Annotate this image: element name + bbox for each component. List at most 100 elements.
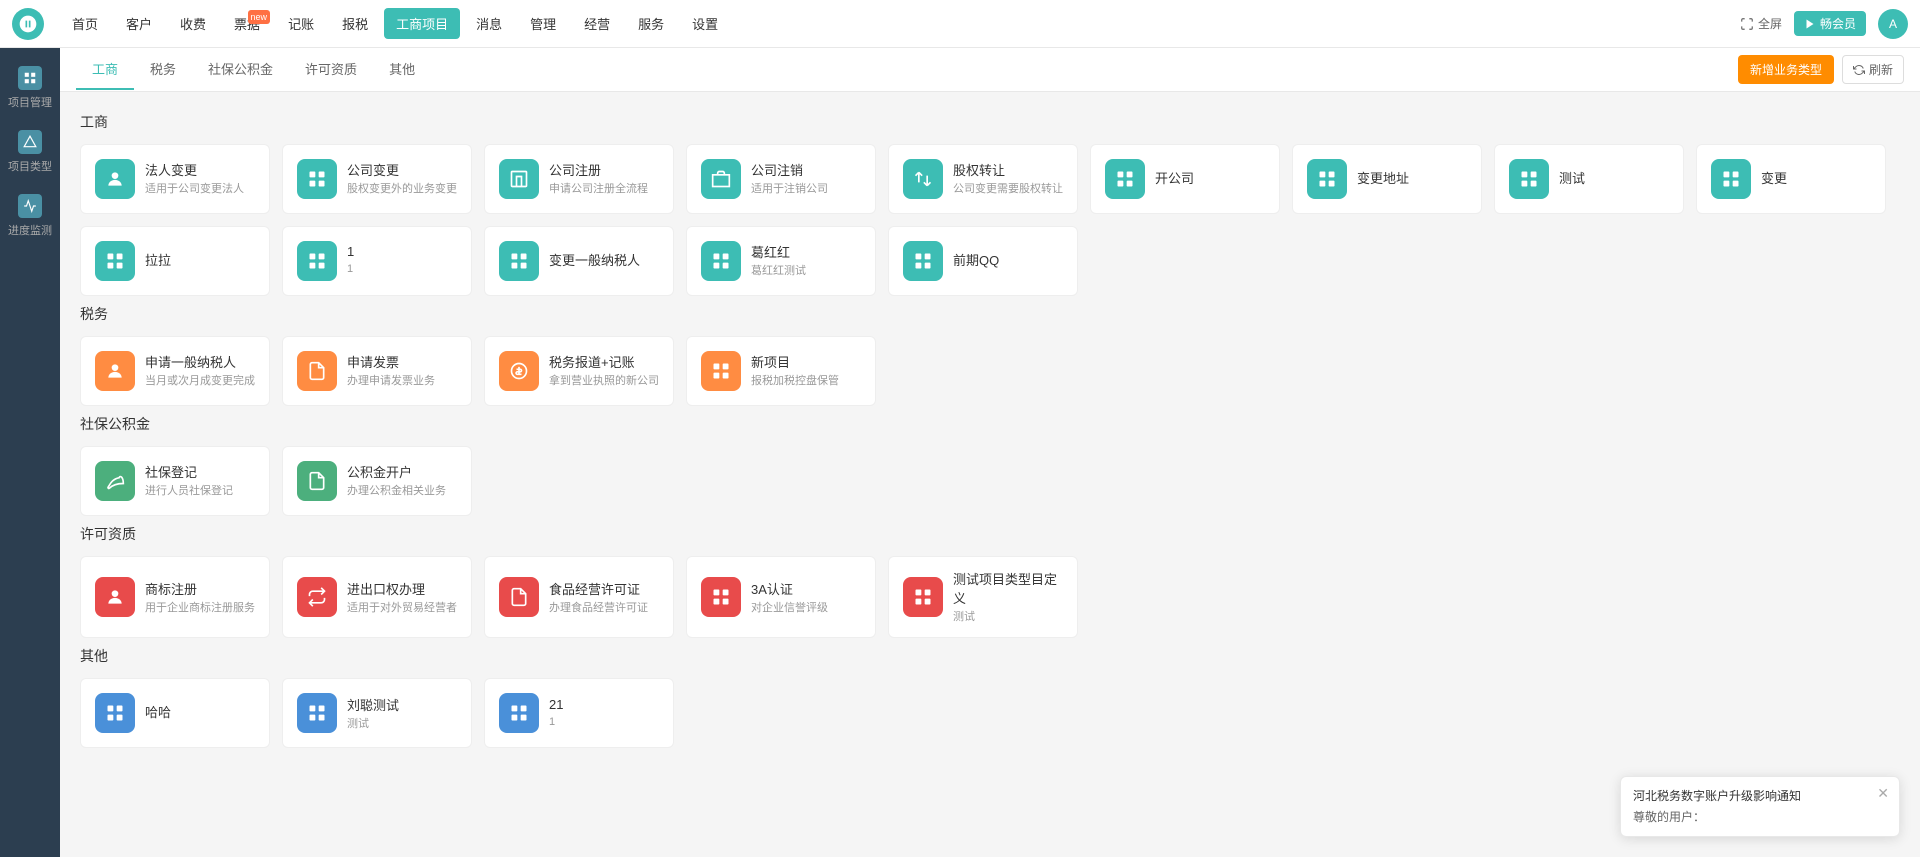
- section-税务: 税务申请一般纳税人当月或次月成变更完成申请发票办理申请发票业务税务报道+记账拿到…: [80, 304, 1900, 406]
- card-测试[interactable]: 测试: [1494, 144, 1684, 214]
- nav-item-设置[interactable]: 设置: [680, 8, 730, 39]
- card-text-公司注销: 公司注销适用于注销公司: [751, 160, 828, 197]
- card-公司变更[interactable]: 公司变更股权变更外的业务变更: [282, 144, 472, 214]
- nav-item-收费[interactable]: 收费: [168, 8, 218, 39]
- card-变更[interactable]: 变更: [1696, 144, 1886, 214]
- card-icon-法人变更: [95, 159, 135, 199]
- new-type-button[interactable]: 新增业务类型: [1738, 55, 1834, 84]
- card-icon-变更: [1711, 159, 1751, 199]
- card-text-测试: 测试: [1559, 168, 1585, 190]
- notification-body: 尊敬的用户：: [1633, 808, 1887, 826]
- nav-item-票据[interactable]: 票据new: [222, 8, 272, 39]
- card-icon-股权转让: [903, 159, 943, 199]
- card-icon-食品经营许可证: [499, 577, 539, 617]
- card-申请一般纳税人[interactable]: 申请一般纳税人当月或次月成变更完成: [80, 336, 270, 406]
- cards-grid-许可资质: 商标注册用于企业商标注册服务进出口权办理适用于对外贸易经营者 食品经营许可证办理食…: [80, 556, 1900, 638]
- card-法人变更[interactable]: 法人变更适用于公司变更法人: [80, 144, 270, 214]
- tab-许可资质[interactable]: 许可资质: [289, 49, 373, 90]
- nav-item-工商项目[interactable]: 工商项目: [384, 8, 460, 39]
- card-title-3A认证: 3A认证: [751, 579, 828, 598]
- card-icon-拉拉: [95, 241, 135, 281]
- card-title-公司注册: 公司注册: [549, 160, 648, 179]
- tab-工商[interactable]: 工商: [76, 49, 134, 90]
- card-拉拉[interactable]: 拉拉: [80, 226, 270, 296]
- cards-grid-工商: 法人变更适用于公司变更法人 公司变更股权变更外的业务变更公司注册申请公司注册全流程…: [80, 144, 1900, 296]
- section-title-许可资质: 许可资质: [80, 524, 1900, 544]
- card-text-税务报道+记账: 税务报道+记账拿到营业执照的新公司: [549, 352, 659, 389]
- refresh-label: 刷新: [1869, 61, 1893, 78]
- section-社保公积金: 社保公积金社保登记进行人员社保登记公积金开户办理公积金相关业务: [80, 414, 1900, 516]
- card-21[interactable]: 211: [484, 678, 674, 748]
- nav-item-消息[interactable]: 消息: [464, 8, 514, 39]
- card-税务报道+记账[interactable]: 税务报道+记账拿到营业执照的新公司: [484, 336, 674, 406]
- nav-item-记账[interactable]: 记账: [276, 8, 326, 39]
- card-商标注册[interactable]: 商标注册用于企业商标注册服务: [80, 556, 270, 638]
- avatar[interactable]: A: [1878, 9, 1908, 39]
- card-text-哈哈: 哈哈: [145, 702, 171, 724]
- card-刘聪测试[interactable]: 刘聪测试测试: [282, 678, 472, 748]
- card-变更一般纳税人[interactable]: 变更一般纳税人: [484, 226, 674, 296]
- card-title-公司注销: 公司注销: [751, 160, 828, 179]
- nav-item-管理[interactable]: 管理: [518, 8, 568, 39]
- section-title-其他: 其他: [80, 646, 1900, 666]
- scroll-area: 工商法人变更适用于公司变更法人 公司变更股权变更外的业务变更公司注册申请公司注册全…: [60, 92, 1920, 857]
- card-进出口权办理[interactable]: 进出口权办理适用于对外贸易经营者: [282, 556, 472, 638]
- tab-社保公积金[interactable]: 社保公积金: [192, 49, 289, 90]
- card-text-法人变更: 法人变更适用于公司变更法人: [145, 160, 244, 197]
- nav-item-经营[interactable]: 经营: [572, 8, 622, 39]
- nav-item-报税[interactable]: 报税: [330, 8, 380, 39]
- card-变更地址[interactable]: 变更地址: [1292, 144, 1482, 214]
- sidebar-item-项目类型[interactable]: 项目类型: [0, 120, 60, 184]
- card-公积金开户[interactable]: 公积金开户办理公积金相关业务: [282, 446, 472, 516]
- card-title-食品经营许可证: 食品经营许可证: [549, 579, 648, 598]
- card-开公司[interactable]: 开公司: [1090, 144, 1280, 214]
- member-btn[interactable]: 畅会员: [1794, 11, 1866, 36]
- card-text-食品经营许可证: 食品经营许可证办理食品经营许可证: [549, 579, 648, 616]
- sidebar-item-项目管理[interactable]: 项目管理: [0, 56, 60, 120]
- card-葛红红[interactable]: 葛红红葛红红测试: [686, 226, 876, 296]
- card-icon-申请一般纳税人: [95, 351, 135, 391]
- card-icon-税务报道+记账: [499, 351, 539, 391]
- sidebar-label-项目管理: 项目管理: [8, 94, 52, 110]
- card-title-变更: 变更: [1761, 168, 1787, 187]
- nav-item-客户[interactable]: 客户: [114, 8, 164, 39]
- card-公司注册[interactable]: 公司注册申请公司注册全流程: [484, 144, 674, 214]
- card-title-法人变更: 法人变更: [145, 160, 244, 179]
- card-社保登记[interactable]: 社保登记进行人员社保登记: [80, 446, 270, 516]
- section-title-工商: 工商: [80, 112, 1900, 132]
- card-1[interactable]: 11: [282, 226, 472, 296]
- sidebar-label-进度监测: 进度监测: [8, 222, 52, 238]
- sidebar-item-进度监测[interactable]: 进度监测: [0, 184, 60, 248]
- card-desc-公积金开户: 办理公积金相关业务: [347, 484, 446, 499]
- card-desc-股权转让: 公司变更需要股权转让: [953, 182, 1063, 197]
- card-3A认证[interactable]: 3A认证对企业信誉评级: [686, 556, 876, 638]
- card-title-进出口权办理: 进出口权办理: [347, 579, 457, 598]
- card-desc-申请发票: 办理申请发票业务: [347, 374, 435, 389]
- card-text-葛红红: 葛红红葛红红测试: [751, 242, 806, 279]
- card-新项目[interactable]: 新项目报税加税控盘保管: [686, 336, 876, 406]
- card-股权转让[interactable]: 股权转让公司变更需要股权转让: [888, 144, 1078, 214]
- card-text-变更: 变更: [1761, 168, 1787, 190]
- card-申请发票[interactable]: 申请发票办理申请发票业务: [282, 336, 472, 406]
- card-测试项目类型目定义[interactable]: 测试项目类型目定义测试: [888, 556, 1078, 638]
- nav-items: 首页客户收费票据new记账报税工商项目消息管理经营服务设置: [60, 8, 1740, 39]
- card-食品经营许可证[interactable]: 食品经营许可证办理食品经营许可证: [484, 556, 674, 638]
- section-工商: 工商法人变更适用于公司变更法人 公司变更股权变更外的业务变更公司注册申请公司注册全…: [80, 112, 1900, 296]
- tab-税务[interactable]: 税务: [134, 49, 192, 90]
- card-text-公司变更: 公司变更股权变更外的业务变更: [347, 160, 457, 197]
- notification-title: 河北税务数字账户升级影响通知: [1633, 787, 1887, 804]
- card-哈哈[interactable]: 哈哈: [80, 678, 270, 748]
- notification-close[interactable]: ✕: [1877, 785, 1889, 802]
- card-前期QQ[interactable]: 前期QQ: [888, 226, 1078, 296]
- card-title-测试: 测试: [1559, 168, 1585, 187]
- refresh-button[interactable]: 刷新: [1842, 55, 1904, 84]
- card-text-申请一般纳税人: 申请一般纳税人当月或次月成变更完成: [145, 352, 255, 389]
- nav-item-首页[interactable]: 首页: [60, 8, 110, 39]
- card-text-变更一般纳税人: 变更一般纳税人: [549, 250, 640, 272]
- fullscreen-btn[interactable]: 全屏: [1740, 15, 1782, 32]
- card-公司注销[interactable]: 公司注销适用于注销公司: [686, 144, 876, 214]
- tab-其他[interactable]: 其他: [373, 49, 431, 90]
- nav-item-服务[interactable]: 服务: [626, 8, 676, 39]
- card-text-公积金开户: 公积金开户办理公积金相关业务: [347, 462, 446, 499]
- card-title-变更一般纳税人: 变更一般纳税人: [549, 250, 640, 269]
